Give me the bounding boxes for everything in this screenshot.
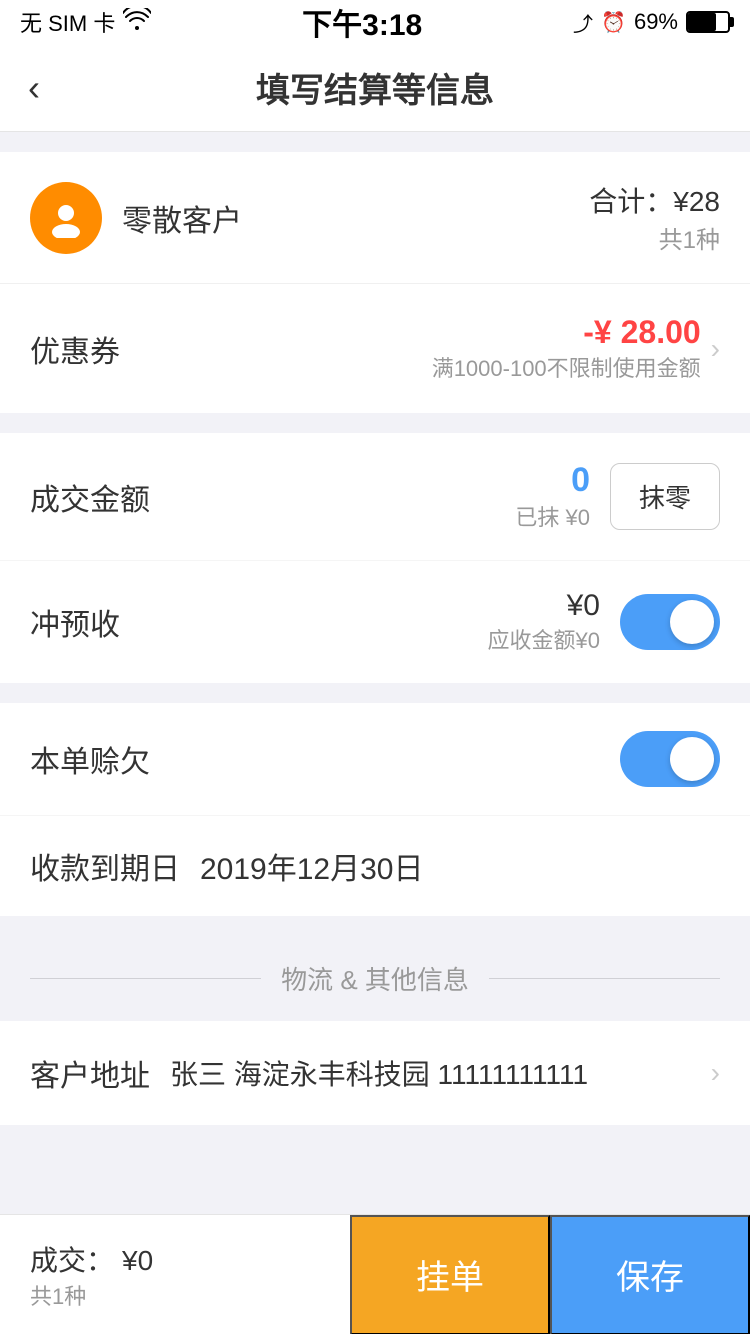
bottom-deal-amount: ¥0 (122, 1245, 153, 1277)
due-date-label: 收款到期日 (30, 844, 180, 888)
coupon-right: -¥ 28.00 满1000-100不限制使用金额 › (432, 314, 720, 383)
save-button[interactable]: 保存 (550, 1215, 750, 1334)
status-time: 下午3:18 (302, 0, 422, 44)
battery-label: 69% (634, 9, 678, 35)
prepay-values: ¥0 应收金额¥0 (488, 589, 600, 655)
page-title: 填写结算等信息 (256, 63, 494, 112)
amount-section: 成交金额 0 已抹 ¥0 抹零 冲预收 ¥0 应收金额¥0 (0, 433, 750, 683)
prepay-row: 冲预收 ¥0 应收金额¥0 (0, 561, 750, 683)
coupon-description: 满1000-100不限制使用金额 (432, 351, 701, 383)
transaction-amount-value: 0 (515, 461, 590, 500)
coupon-amount: -¥ 28.00 (432, 314, 701, 351)
prepay-label: 冲预收 (30, 600, 120, 644)
pending-button[interactable]: 挂单 (350, 1215, 550, 1334)
address-label: 客户地址 (30, 1051, 150, 1095)
bottom-deal-row: 成交： ¥0 (30, 1239, 320, 1279)
amount-right: 0 已抹 ¥0 抹零 (515, 461, 720, 532)
transaction-amount-label: 成交金额 (30, 475, 150, 519)
coupon-value: -¥ 28.00 满1000-100不限制使用金额 (432, 314, 701, 383)
address-chevron-icon: › (711, 1057, 720, 1089)
round-off-button[interactable]: 抹零 (610, 463, 720, 530)
logistics-label: 物流 & 其他信息 (261, 960, 489, 997)
coupon-chevron-icon: › (711, 333, 720, 365)
alarm-icon: ⏰ (601, 10, 626, 35)
content: 零散客户 合计：¥28 共1种 优惠券 -¥ 28.00 满1000-100不限… (0, 152, 750, 1285)
due-date-value: 2019年12月30日 (200, 844, 423, 888)
prepay-left: 冲预收 (30, 600, 120, 644)
bottom-count: 共1种 (30, 1279, 320, 1311)
customer-total: 合计：¥28 (589, 180, 720, 220)
back-button[interactable]: ‹ (28, 67, 40, 109)
amount-value-wrap: 0 已抹 ¥0 (515, 461, 590, 532)
customer-left: 零散客户 (30, 182, 242, 254)
customer-count: 共1种 (589, 220, 720, 255)
prepay-right: ¥0 应收金额¥0 (488, 589, 720, 655)
avatar (30, 182, 102, 254)
prepay-amount: ¥0 (488, 589, 600, 623)
divider-line-left (30, 978, 261, 979)
address-value: 张三 海淀永丰科技园 11111111111 (170, 1053, 711, 1093)
debt-section: 本单赊欠 收款到期日 2019年12月30日 (0, 703, 750, 916)
coupon-row[interactable]: 优惠券 -¥ 28.00 满1000-100不限制使用金额 › (0, 283, 750, 413)
coupon-label: 优惠券 (30, 327, 120, 371)
debt-row: 本单赊欠 (0, 703, 750, 816)
nav-bar: ‹ 填写结算等信息 (0, 44, 750, 132)
transaction-amount-row: 成交金额 0 已抹 ¥0 抹零 (0, 433, 750, 561)
wifi-icon (123, 8, 151, 36)
bottom-bar: 成交： ¥0 共1种 挂单 保存 (0, 1214, 750, 1334)
customer-name: 零散客户 (122, 196, 242, 240)
bottom-summary: 成交： ¥0 共1种 (0, 1239, 350, 1311)
battery-icon (686, 11, 730, 33)
divider-line-right (489, 978, 720, 979)
address-row[interactable]: 客户地址 张三 海淀永丰科技园 11111111111 › (0, 1021, 750, 1125)
status-right: ⤴ ⏰ 69% (573, 8, 730, 37)
prepay-sub: 应收金额¥0 (488, 623, 600, 655)
bottom-deal-label: 成交： (30, 1239, 114, 1279)
no-sim-label: 无 SIM 卡 (20, 6, 115, 38)
location-icon: ⤴ (573, 8, 593, 37)
transaction-amount-sub: 已抹 ¥0 (515, 500, 590, 532)
status-bar: 无 SIM 卡 下午3:18 ⤴ ⏰ 69% (0, 0, 750, 44)
customer-section: 零散客户 合计：¥28 共1种 优惠券 -¥ 28.00 满1000-100不限… (0, 152, 750, 413)
address-section: 客户地址 张三 海淀永丰科技园 11111111111 › (0, 1021, 750, 1125)
logistics-divider: 物流 & 其他信息 (0, 936, 750, 1021)
status-left: 无 SIM 卡 (20, 6, 151, 38)
due-date-row: 收款到期日 2019年12月30日 (0, 816, 750, 916)
debt-toggle[interactable] (620, 731, 720, 787)
prepay-toggle[interactable] (620, 594, 720, 650)
customer-right: 合计：¥28 共1种 (589, 180, 720, 255)
debt-label: 本单赊欠 (30, 737, 150, 781)
customer-row: 零散客户 合计：¥28 共1种 (0, 152, 750, 283)
